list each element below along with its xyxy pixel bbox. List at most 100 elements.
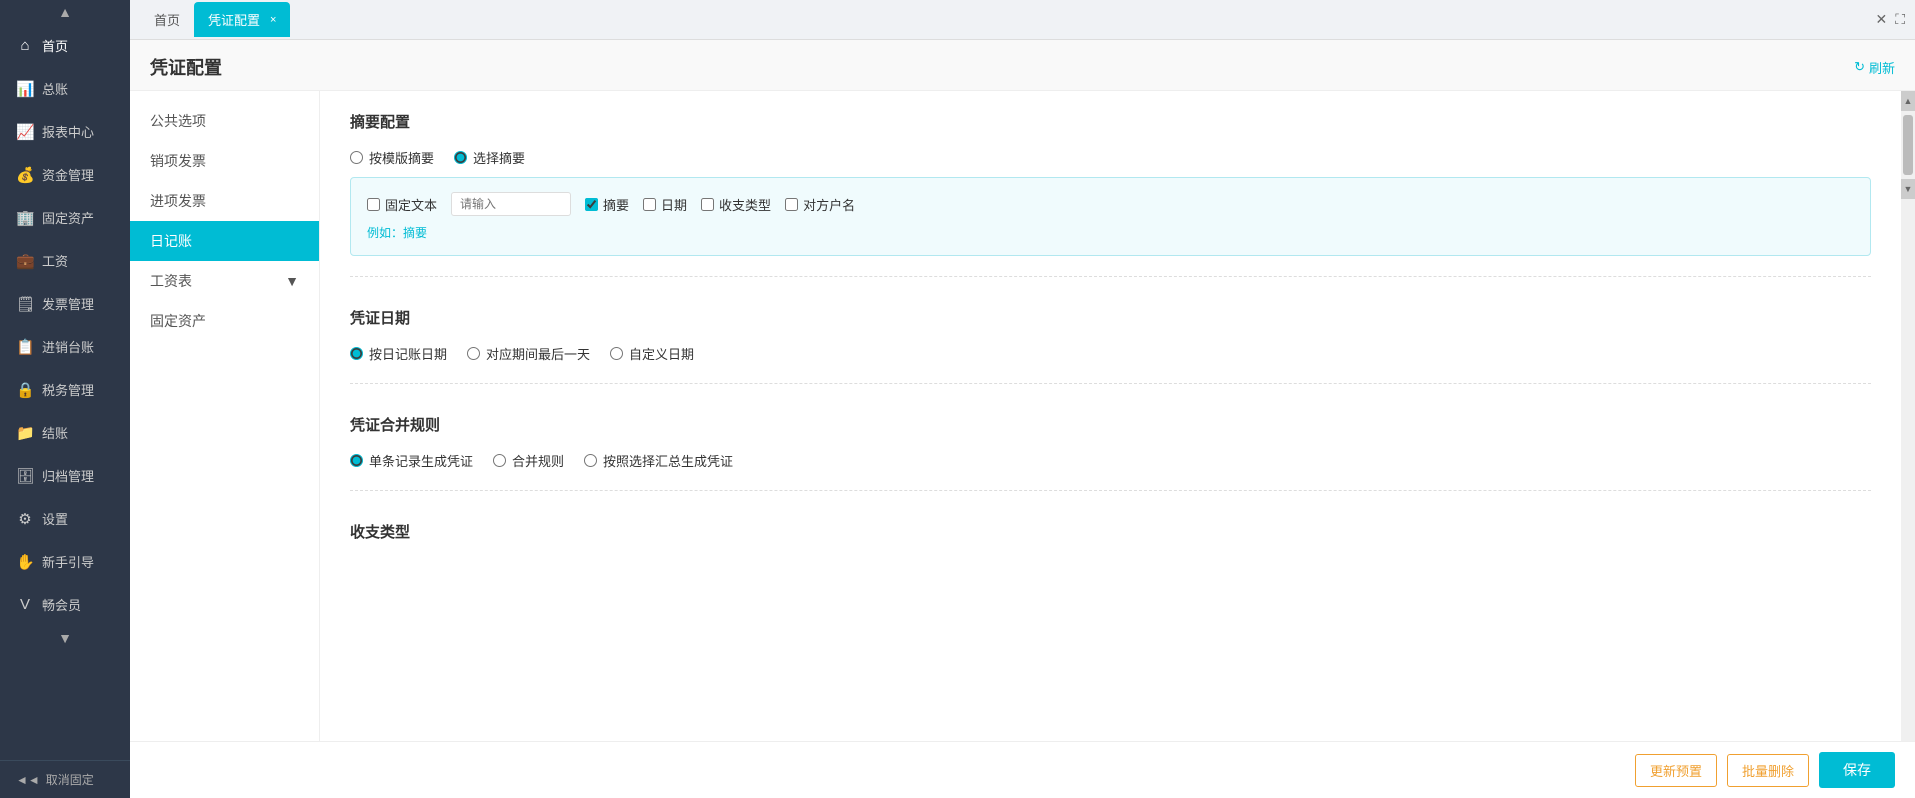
- sidebar-item-ledger2[interactable]: 📋 进销台账: [0, 325, 130, 368]
- merge-rules-radio-group: 单条记录生成凭证 合并规则 按照选择汇总生成凭证: [350, 451, 1871, 470]
- payroll-icon: 💼: [16, 252, 34, 270]
- radio-merge-rules-input[interactable]: [493, 454, 506, 467]
- sidebar-item-assets[interactable]: 🏢 固定资产: [0, 196, 130, 239]
- reports-icon: 📈: [16, 123, 34, 141]
- radio-by-template[interactable]: 按模版摘要: [350, 148, 434, 167]
- sidebar: ▲ ⌂ 首页 📊 总账 📈 报表中心 💰 资金管理 🏢 固定资产 💼 工资 🗒 …: [0, 0, 130, 798]
- sidebar-item-home[interactable]: ⌂ 首页: [0, 24, 130, 67]
- left-nav-public[interactable]: 公共选项: [130, 101, 319, 141]
- income-expense-title: 收支类型: [350, 521, 1871, 542]
- left-nav-sales[interactable]: 销项发票: [130, 141, 319, 181]
- left-nav-journal[interactable]: 日记账: [130, 221, 319, 261]
- sidebar-item-invoice[interactable]: 🗒 发票管理: [0, 282, 130, 325]
- sidebar-item-settings[interactable]: ⚙ 设置: [0, 497, 130, 540]
- checkbox-row: 固定文本 摘要 日期: [367, 192, 1854, 216]
- section-income-expense-type: 收支类型: [350, 521, 1871, 578]
- radio-custom-date[interactable]: 自定义日期: [610, 344, 694, 363]
- checkbox-summary[interactable]: 摘要: [585, 195, 629, 214]
- sidebar-item-archive[interactable]: 🗄 归档管理: [0, 454, 130, 497]
- archive-icon: 🗄: [16, 467, 34, 485]
- radio-custom-date-input[interactable]: [610, 347, 623, 360]
- radio-select-merge-input[interactable]: [584, 454, 597, 467]
- pin-icon: ◄◄: [16, 773, 40, 787]
- bottom-bar: 更新预置 批量删除 保存: [130, 741, 1915, 798]
- section-voucher-date: 凭证日期 按日记账日期 对应期间最后一天 自定义日期: [350, 307, 1871, 384]
- voucher-date-title: 凭证日期: [350, 307, 1871, 328]
- scroll-up-button[interactable]: ▲: [1901, 91, 1915, 111]
- sidebar-item-tax[interactable]: 🔒 税务管理: [0, 368, 130, 411]
- sidebar-item-ledger[interactable]: 📊 总账: [0, 67, 130, 110]
- content-header: 凭证配置 ↻ 刷新: [130, 40, 1915, 91]
- checkbox-fixed-text[interactable]: 固定文本: [367, 195, 437, 214]
- content-body: 公共选项 销项发票 进项发票 日记账 工资表 ▼ 固定资产: [130, 91, 1915, 741]
- refresh-button[interactable]: ↻ 刷新: [1854, 58, 1895, 77]
- sidebar-item-member[interactable]: V 畅会员: [0, 583, 130, 626]
- content-area: 凭证配置 ↻ 刷新 公共选项 销项发票 进项发票 日记账: [130, 40, 1915, 798]
- sidebar-cancel-pin[interactable]: ◄◄ 取消固定: [0, 760, 130, 798]
- update-preview-button[interactable]: 更新预置: [1635, 754, 1717, 787]
- chevron-down-icon: ▼: [285, 273, 299, 289]
- refresh-icon: ↻: [1854, 59, 1865, 75]
- right-panel: 摘要配置 按模版摘要 选择摘要: [320, 91, 1901, 741]
- home-icon: ⌂: [16, 37, 34, 54]
- tab-voucher-config[interactable]: 凭证配置 ×: [194, 2, 290, 37]
- close-account-icon: 📁: [16, 424, 34, 442]
- radio-merge-rules[interactable]: 合并规则: [493, 451, 564, 470]
- member-icon: V: [16, 596, 34, 613]
- radio-select-summary-input[interactable]: [454, 151, 467, 164]
- left-nav-purchase[interactable]: 进项发票: [130, 181, 319, 221]
- radio-by-template-input[interactable]: [350, 151, 363, 164]
- tab-actions: ✕ ⛶: [1875, 11, 1905, 28]
- checkbox-area: 固定文本 摘要 日期: [350, 177, 1871, 256]
- left-nav-payroll-table[interactable]: 工资表 ▼: [130, 261, 319, 301]
- radio-single-record[interactable]: 单条记录生成凭证: [350, 451, 473, 470]
- checkbox-date[interactable]: 日期: [643, 195, 687, 214]
- scrollbar-track: ▲ ▼: [1901, 91, 1915, 741]
- fixed-text-input[interactable]: [451, 192, 571, 216]
- tab-close-icon[interactable]: ×: [270, 14, 276, 26]
- summary-config-radio-group: 按模版摘要 选择摘要: [350, 148, 1871, 167]
- invoice-icon: 🗒: [16, 295, 34, 313]
- checkbox-summary-input[interactable]: [585, 198, 598, 211]
- merge-rules-title: 凭证合并规则: [350, 414, 1871, 435]
- checkbox-fixed-text-input[interactable]: [367, 198, 380, 211]
- example-text: 例如：摘要: [367, 224, 1854, 241]
- sidebar-item-close[interactable]: 📁 结账: [0, 411, 130, 454]
- tabbar: 首页 凭证配置 × ✕ ⛶: [130, 0, 1915, 40]
- section-merge-rules: 凭证合并规则 单条记录生成凭证 合并规则 按照选择汇总生成凭证: [350, 414, 1871, 491]
- radio-last-day[interactable]: 对应期间最后一天: [467, 344, 590, 363]
- radio-journal-date-input[interactable]: [350, 347, 363, 360]
- save-button[interactable]: 保存: [1819, 752, 1895, 788]
- radio-by-journal-date[interactable]: 按日记账日期: [350, 344, 447, 363]
- sidebar-item-guide[interactable]: ✋ 新手引导: [0, 540, 130, 583]
- tax-icon: 🔒: [16, 381, 34, 399]
- sidebar-item-reports[interactable]: 📈 报表中心: [0, 110, 130, 153]
- tab-expand-button[interactable]: ⛶: [1895, 11, 1905, 28]
- settings-icon: ⚙: [16, 510, 34, 528]
- radio-select-summary[interactable]: 选择摘要: [454, 148, 525, 167]
- voucher-date-radio-group: 按日记账日期 对应期间最后一天 自定义日期: [350, 344, 1871, 363]
- checkbox-date-input[interactable]: [643, 198, 656, 211]
- page-title: 凭证配置: [150, 54, 222, 80]
- radio-last-day-input[interactable]: [467, 347, 480, 360]
- main-area: 首页 凭证配置 × ✕ ⛶ 凭证配置 ↻ 刷新 公共选项: [130, 0, 1915, 798]
- checkbox-income-expense-input[interactable]: [701, 198, 714, 211]
- radio-select-merge[interactable]: 按照选择汇总生成凭证: [584, 451, 733, 470]
- checkbox-counterparty[interactable]: 对方户名: [785, 195, 855, 214]
- scroll-thumb[interactable]: [1903, 115, 1913, 175]
- ledger2-icon: 📋: [16, 338, 34, 356]
- sidebar-item-payroll[interactable]: 💼 工资: [0, 239, 130, 282]
- batch-delete-button[interactable]: 批量删除: [1727, 754, 1809, 787]
- sidebar-scroll-down[interactable]: ▼: [0, 626, 130, 650]
- ledger-icon: 📊: [16, 80, 34, 98]
- left-nav-fixed-assets[interactable]: 固定资产: [130, 301, 319, 341]
- radio-single-record-input[interactable]: [350, 454, 363, 467]
- sidebar-scroll-up[interactable]: ▲: [0, 0, 130, 24]
- tab-close-button[interactable]: ✕: [1875, 11, 1887, 28]
- funds-icon: 💰: [16, 166, 34, 184]
- checkbox-income-expense[interactable]: 收支类型: [701, 195, 771, 214]
- checkbox-counterparty-input[interactable]: [785, 198, 798, 211]
- tab-home[interactable]: 首页: [140, 2, 194, 37]
- scroll-down-button[interactable]: ▼: [1901, 179, 1915, 199]
- sidebar-item-funds[interactable]: 💰 资金管理: [0, 153, 130, 196]
